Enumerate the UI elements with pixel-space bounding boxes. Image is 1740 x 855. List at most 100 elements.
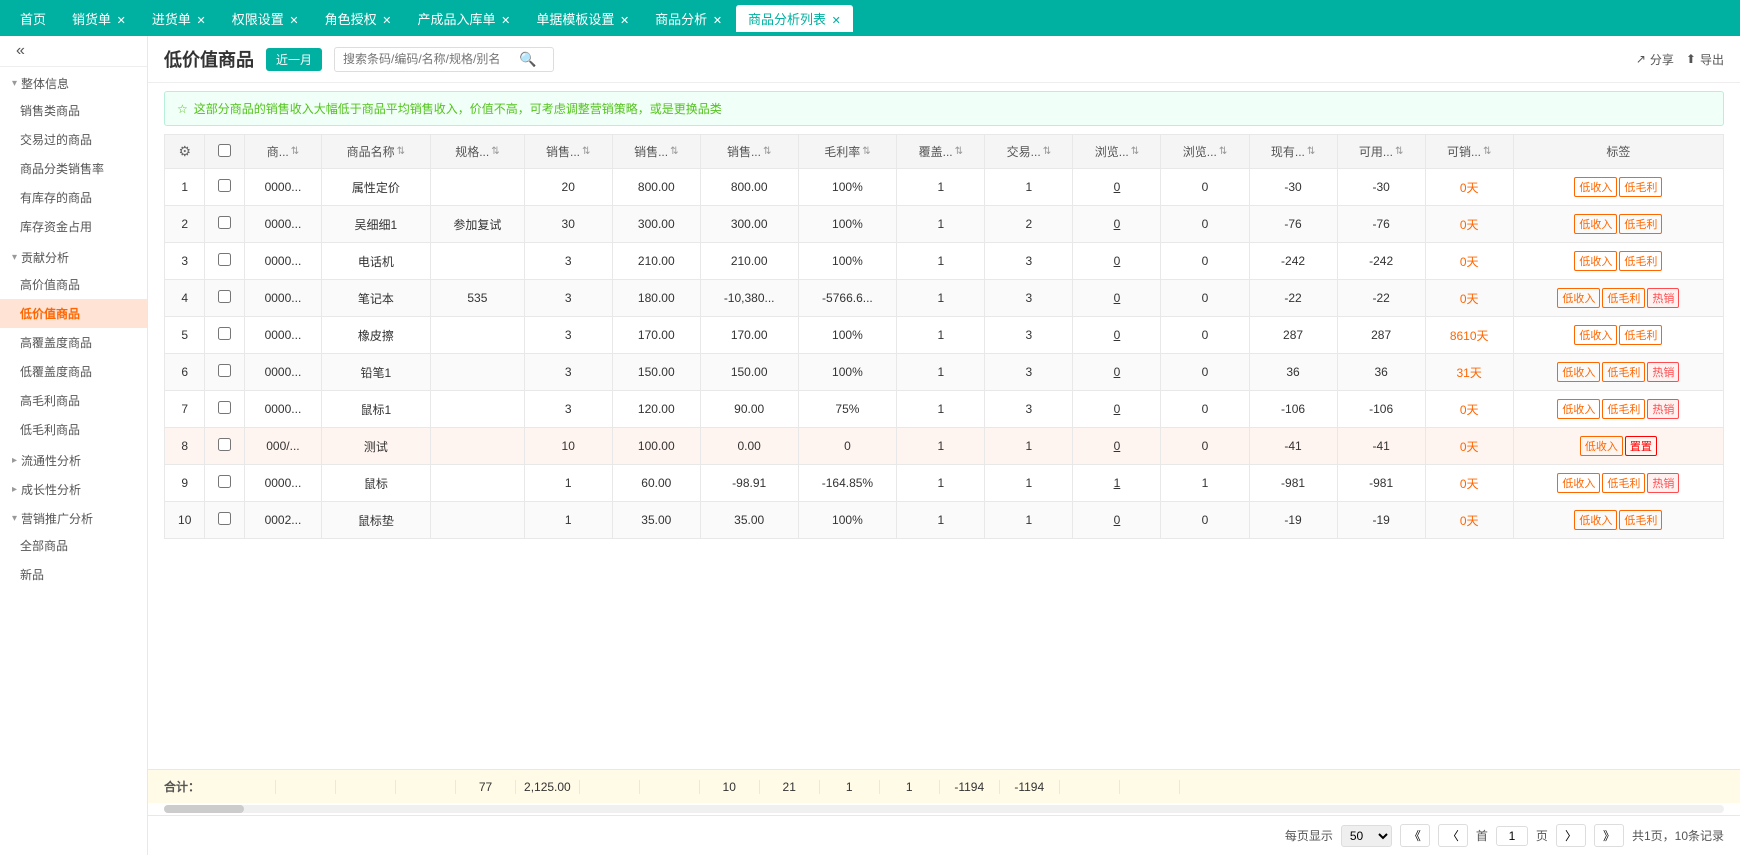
scrollbar-thumb[interactable]	[164, 805, 244, 813]
cell-checkbox[interactable]	[205, 206, 245, 243]
cell-checkbox[interactable]	[205, 169, 245, 206]
sort-spec[interactable]: ⇅	[491, 146, 499, 157]
browse1-value[interactable]: 0	[1114, 513, 1121, 527]
row-checkbox[interactable]	[218, 216, 231, 229]
row-checkbox[interactable]	[218, 512, 231, 525]
row-checkbox[interactable]	[218, 253, 231, 266]
sidebar-item-high-coverage[interactable]: 高覆盖度商品	[0, 328, 147, 357]
browse1-value[interactable]: 1	[1114, 476, 1121, 490]
nav-close-template[interactable]: ✕	[620, 15, 629, 27]
last-page-btn[interactable]: 》	[1594, 824, 1624, 847]
row-checkbox[interactable]	[218, 327, 231, 340]
sort-qty[interactable]: ⇅	[582, 146, 590, 157]
sidebar-item-all-products[interactable]: 全部商品	[0, 531, 147, 560]
sidebar-collapse-btn[interactable]: «	[8, 42, 33, 60]
cell-checkbox[interactable]	[205, 391, 245, 428]
sidebar-group-circulation[interactable]: ▸ 流通性分析	[0, 444, 147, 473]
sidebar-group-contribution[interactable]: ▾ 贡献分析	[0, 241, 147, 270]
sort-sellable[interactable]: ⇅	[1483, 146, 1491, 157]
first-page-btn[interactable]: 《	[1400, 824, 1430, 847]
select-all-checkbox[interactable]	[218, 144, 231, 157]
row-checkbox[interactable]	[218, 364, 231, 377]
cell-checkbox[interactable]	[205, 243, 245, 280]
page-size-select[interactable]: 50 100 200	[1341, 825, 1392, 847]
cell-browse1[interactable]: 0	[1073, 428, 1161, 465]
browse1-value[interactable]: 0	[1114, 180, 1121, 194]
sidebar-item-stock-products[interactable]: 有库存的商品	[0, 183, 147, 212]
sort-coverage[interactable]: ⇅	[955, 146, 963, 157]
nav-permission[interactable]: 权限设置 ✕	[220, 5, 311, 32]
nav-home[interactable]: 首页	[8, 5, 58, 32]
cell-browse1[interactable]: 0	[1073, 317, 1161, 354]
browse1-value[interactable]: 0	[1114, 328, 1121, 342]
search-icon[interactable]: 🔍	[519, 51, 536, 68]
cell-browse1[interactable]: 0	[1073, 354, 1161, 391]
nav-product-analysis-list[interactable]: 商品分析列表 ✕	[736, 5, 853, 32]
row-checkbox[interactable]	[218, 438, 231, 451]
time-filter-button[interactable]: 近一月	[266, 48, 322, 71]
nav-role-auth[interactable]: 角色授权 ✕	[313, 5, 404, 32]
share-button[interactable]: ↗ 分享	[1636, 51, 1674, 68]
sort-cost[interactable]: ⇅	[763, 146, 771, 157]
sidebar-item-high-margin[interactable]: 高毛利商品	[0, 386, 147, 415]
browse1-value[interactable]: 0	[1114, 402, 1121, 416]
sidebar-item-sales-products[interactable]: 销售类商品	[0, 96, 147, 125]
nav-close-sales[interactable]: ✕	[117, 15, 126, 27]
sidebar-group-overall[interactable]: ▾ 整体信息	[0, 67, 147, 96]
browse1-value[interactable]: 0	[1114, 254, 1121, 268]
sidebar-item-category-sales-rate[interactable]: 商品分类销售率	[0, 154, 147, 183]
sidebar-group-growth[interactable]: ▸ 成长性分析	[0, 473, 147, 502]
cell-browse1[interactable]: 1	[1073, 465, 1161, 502]
nav-close-analysis-list[interactable]: ✕	[832, 15, 841, 27]
cell-checkbox[interactable]	[205, 465, 245, 502]
sidebar-item-capital-occupation[interactable]: 库存资金占用	[0, 212, 147, 241]
row-checkbox[interactable]	[218, 290, 231, 303]
cell-checkbox[interactable]	[205, 280, 245, 317]
browse1-value[interactable]: 0	[1114, 365, 1121, 379]
browse1-value[interactable]: 0	[1114, 217, 1121, 231]
col-settings[interactable]: ⚙	[165, 135, 205, 169]
sort-code[interactable]: ⇅	[291, 146, 299, 157]
sort-available[interactable]: ⇅	[1395, 146, 1403, 157]
sort-browse2[interactable]: ⇅	[1219, 146, 1227, 157]
browse1-value[interactable]: 0	[1114, 291, 1121, 305]
cell-browse1[interactable]: 0	[1073, 391, 1161, 428]
sidebar-item-low-coverage[interactable]: 低覆盖度商品	[0, 357, 147, 386]
sort-browse1[interactable]: ⇅	[1131, 146, 1139, 157]
export-button[interactable]: ⬆ 导出	[1686, 51, 1724, 68]
gear-icon[interactable]: ⚙	[178, 143, 191, 159]
sidebar-group-marketing[interactable]: ▾ 营销推广分析	[0, 502, 147, 531]
sidebar-item-low-value[interactable]: 低价值商品	[0, 299, 147, 328]
sidebar-item-traded-products[interactable]: 交易过的商品	[0, 125, 147, 154]
cell-browse1[interactable]: 0	[1073, 206, 1161, 243]
nav-close-purchase[interactable]: ✕	[197, 15, 206, 27]
nav-close-role[interactable]: ✕	[382, 15, 391, 27]
sort-trade[interactable]: ⇅	[1043, 146, 1051, 157]
sidebar-item-new-products[interactable]: 新品	[0, 560, 147, 589]
nav-close-storage[interactable]: ✕	[501, 15, 510, 27]
cell-browse1[interactable]: 0	[1073, 169, 1161, 206]
row-checkbox[interactable]	[218, 179, 231, 192]
browse1-value[interactable]: 0	[1114, 439, 1121, 453]
search-input[interactable]	[343, 52, 513, 66]
nav-product-analysis[interactable]: 商品分析 ✕	[643, 5, 734, 32]
row-checkbox[interactable]	[218, 401, 231, 414]
page-number-input[interactable]	[1496, 826, 1528, 846]
cell-browse1[interactable]: 0	[1073, 243, 1161, 280]
sort-name[interactable]: ⇅	[397, 146, 405, 157]
sidebar-item-high-value[interactable]: 高价值商品	[0, 270, 147, 299]
next-page-btn[interactable]: 〉	[1556, 824, 1586, 847]
nav-close-permission[interactable]: ✕	[289, 15, 298, 27]
cell-checkbox[interactable]	[205, 354, 245, 391]
cell-checkbox[interactable]	[205, 428, 245, 465]
nav-template-settings[interactable]: 单据模板设置 ✕	[524, 5, 641, 32]
row-checkbox[interactable]	[218, 475, 231, 488]
nav-sales-order[interactable]: 销货单 ✕	[60, 5, 138, 32]
sidebar-item-low-margin[interactable]: 低毛利商品	[0, 415, 147, 444]
cell-browse1[interactable]: 0	[1073, 280, 1161, 317]
sort-gross[interactable]: ⇅	[862, 146, 870, 157]
cell-checkbox[interactable]	[205, 502, 245, 539]
nav-purchase-order[interactable]: 进货单 ✕	[140, 5, 218, 32]
nav-close-analysis[interactable]: ✕	[713, 15, 722, 27]
sort-stock[interactable]: ⇅	[1307, 146, 1315, 157]
